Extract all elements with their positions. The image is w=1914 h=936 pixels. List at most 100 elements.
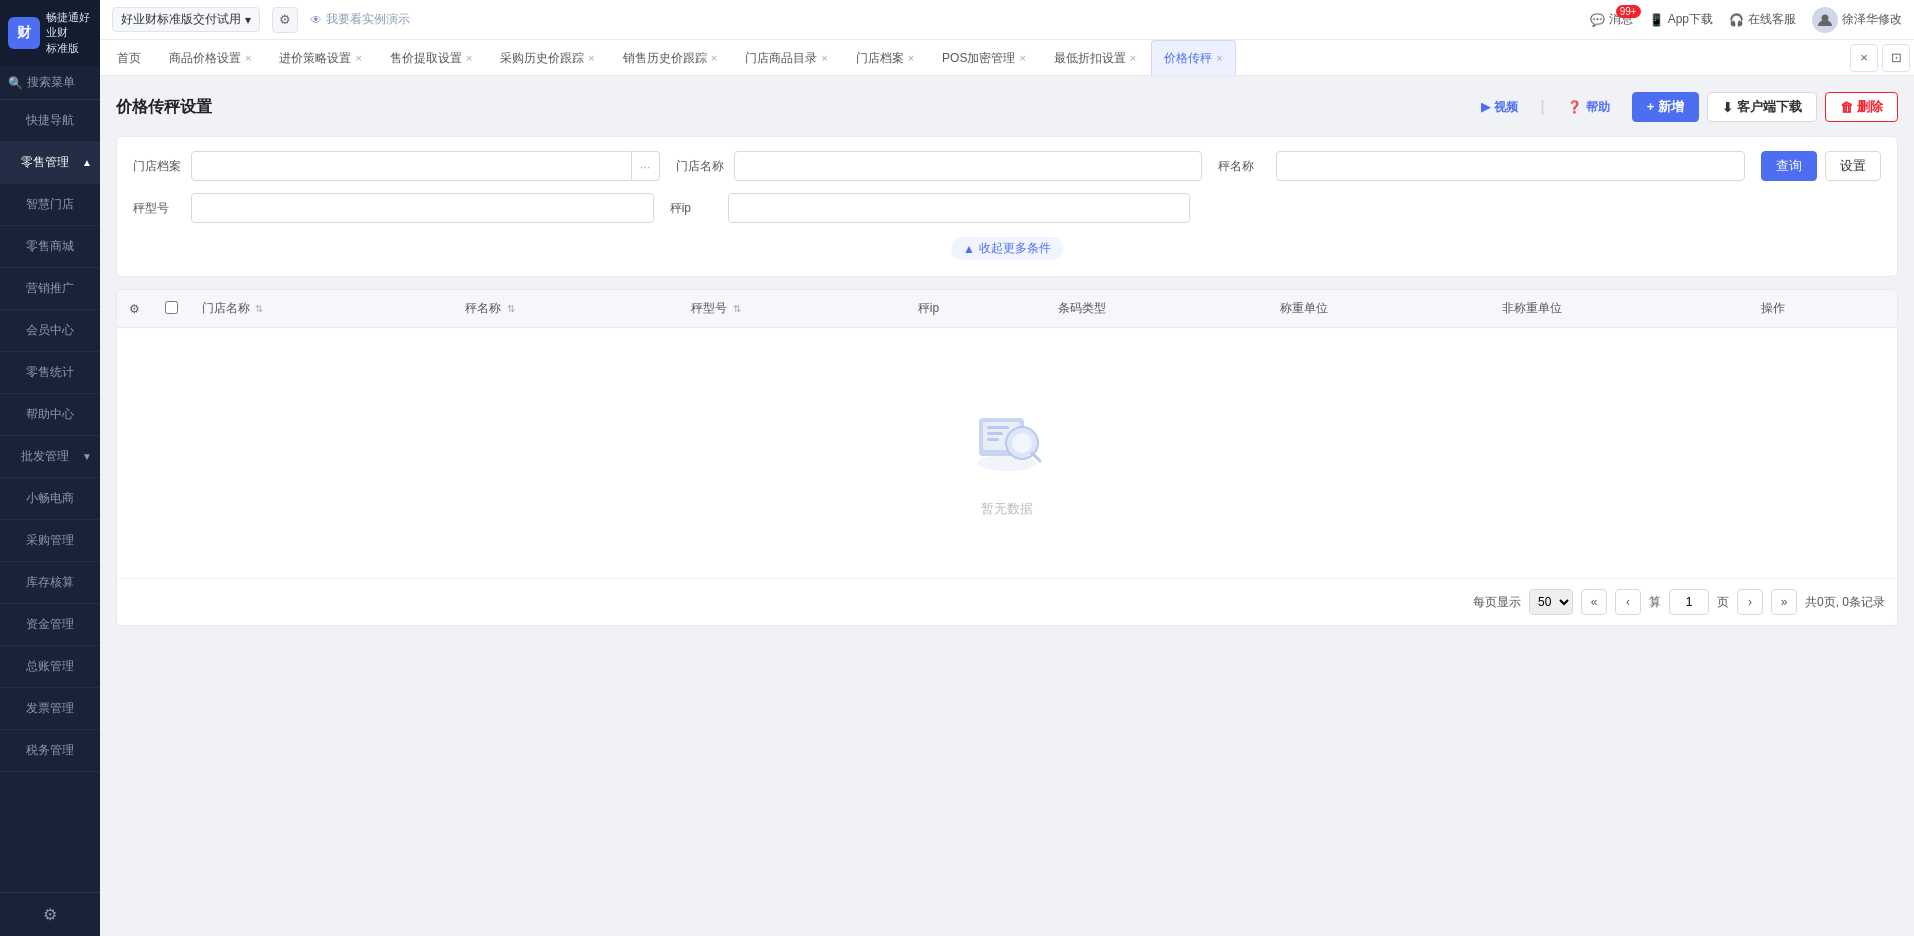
scale-model-label: 秤型号 — [133, 200, 183, 217]
tab-home[interactable]: 首页 — [104, 40, 154, 75]
logo-icon: 财 — [8, 17, 40, 49]
sort-icon: ⇅ — [733, 303, 741, 314]
sidebar-item-xiaochu[interactable]: 小畅电商 — [0, 478, 100, 520]
store-archive-label: 门店档案 — [133, 158, 183, 175]
sidebar-item-retail-mall[interactable]: 零售商城 — [0, 226, 100, 268]
tab-close-purchase-strategy[interactable]: × — [355, 52, 361, 64]
sidebar-item-ledger[interactable]: 总账管理 — [0, 646, 100, 688]
scale-model-input[interactable] — [191, 193, 654, 223]
sidebar-item-inventory[interactable]: 库存核算 — [0, 562, 100, 604]
store-archive-picker-button[interactable]: ··· — [632, 151, 660, 181]
add-button[interactable]: + 新增 — [1632, 92, 1699, 122]
tabbar-actions: × ⊡ — [1850, 44, 1910, 72]
sidebar-item-purchase[interactable]: 采购管理 — [0, 520, 100, 562]
help-link[interactable]: ❓ 帮助 — [1553, 94, 1624, 121]
store-name-label: 门店名称 — [676, 158, 726, 175]
tab-close-pos-encrypt[interactable]: × — [1019, 52, 1025, 64]
sidebar-settings-icon[interactable]: ⚙ — [0, 892, 100, 936]
help-icon: ❓ — [1567, 100, 1582, 114]
sidebar-item-smart-store[interactable]: 智慧门店 — [0, 184, 100, 226]
tab-close-product-price[interactable]: × — [245, 52, 251, 64]
tab-close-purchase-history[interactable]: × — [588, 52, 594, 64]
user-menu[interactable]: 徐泽华修改 — [1812, 7, 1902, 33]
messages-button[interactable]: 💬 消息 99+ — [1590, 11, 1633, 28]
prev-page-button[interactable]: ‹ — [1615, 589, 1641, 615]
delete-button[interactable]: 🗑 删除 — [1825, 92, 1898, 122]
sort-icon: ⇅ — [507, 303, 515, 314]
version-select[interactable]: 好业财标准版交付试用 ▾ — [112, 7, 260, 32]
settings-button[interactable]: ⚙ — [272, 7, 298, 33]
tab-sale-history[interactable]: 销售历史价跟踪 × — [610, 40, 730, 75]
tab-expand-button[interactable]: ⊡ — [1882, 44, 1910, 72]
tab-close-sale-price[interactable]: × — [466, 52, 472, 64]
store-archive-input[interactable] — [191, 151, 632, 181]
sidebar-item-tax[interactable]: 税务管理 — [0, 730, 100, 772]
tab-close-min-discount[interactable]: × — [1130, 52, 1136, 64]
tab-close-store-catalog[interactable]: × — [821, 52, 827, 64]
svg-point-5 — [1012, 433, 1032, 453]
first-page-button[interactable]: « — [1581, 589, 1607, 615]
logo-text: 畅捷通好业财 标准版 — [46, 10, 92, 56]
total-info: 共0页, 0条记录 — [1805, 594, 1885, 611]
th-scale-name[interactable]: 秤名称 ⇅ — [453, 290, 679, 328]
sidebar-item-wholesale[interactable]: 批发管理 ▼ — [0, 436, 100, 478]
th-store-name[interactable]: 门店名称 ⇅ — [190, 290, 453, 328]
sidebar-logo: 财 畅捷通好业财 标准版 — [0, 0, 100, 66]
download-icon: ⬇ — [1722, 100, 1733, 115]
sidebar-item-retail-stats[interactable]: 零售统计 — [0, 352, 100, 394]
avatar — [1812, 7, 1838, 33]
table-header-row: ⚙ 门店名称 ⇅ 秤名称 ⇅ — [117, 290, 1897, 328]
page-label: 算 — [1649, 594, 1661, 611]
select-all-checkbox[interactable] — [165, 301, 178, 314]
tab-sale-price[interactable]: 售价提取设置 × — [377, 40, 485, 75]
tab-close-sale-history[interactable]: × — [711, 52, 717, 64]
sidebar: 财 畅捷通好业财 标准版 🔍 搜索菜单 快捷导航 零售管理 ▲ 智慧门店 零售商… — [0, 0, 100, 936]
tab-close-all-button[interactable]: × — [1850, 44, 1878, 72]
th-scale-model[interactable]: 秤型号 ⇅ — [679, 290, 905, 328]
next-page-button[interactable]: › — [1737, 589, 1763, 615]
per-page-select[interactable]: 50 — [1529, 589, 1573, 615]
query-button[interactable]: 查询 — [1761, 151, 1817, 181]
scale-ip-field: 秤ip — [670, 193, 1191, 223]
tab-close-store-archive[interactable]: × — [908, 52, 914, 64]
tab-min-discount[interactable]: 最低折扣设置 × — [1041, 40, 1149, 75]
th-action: 操作 — [1749, 290, 1897, 328]
form-row-1: 门店档案 ··· 门店名称 秤名称 查询 — [133, 151, 1881, 181]
scale-ip-label: 秤ip — [670, 200, 720, 217]
tab-close-price-scale[interactable]: × — [1216, 52, 1222, 64]
sidebar-item-finance[interactable]: 资金管理 — [0, 604, 100, 646]
sidebar-item-invoice[interactable]: 发票管理 — [0, 688, 100, 730]
sidebar-shortcut[interactable]: 快捷导航 — [0, 100, 100, 142]
last-page-button[interactable]: » — [1771, 589, 1797, 615]
tab-purchase-strategy[interactable]: 进价策略设置 × — [266, 40, 374, 75]
collapse-button[interactable]: ▲ 收起更多条件 — [951, 237, 1063, 260]
demo-link[interactable]: 👁 我要看实例演示 — [310, 11, 410, 28]
app-download-button[interactable]: 📱 App下载 — [1649, 11, 1713, 28]
page-input[interactable] — [1669, 589, 1709, 615]
tab-store-archive[interactable]: 门店档案 × — [843, 40, 927, 75]
video-icon: ▶ — [1481, 100, 1490, 114]
online-service-button[interactable]: 🎧 在线客服 — [1729, 11, 1796, 28]
scale-ip-input[interactable] — [728, 193, 1191, 223]
th-settings[interactable]: ⚙ — [117, 290, 153, 328]
store-name-input[interactable] — [734, 151, 1203, 181]
topbar: 好业财标准版交付试用 ▾ ⚙ 👁 我要看实例演示 💬 消息 99+ 📱 App下… — [100, 0, 1914, 40]
sidebar-item-retail-mgmt[interactable]: 零售管理 ▲ — [0, 142, 100, 184]
video-link[interactable]: ▶ 视频 — [1467, 94, 1532, 121]
tab-purchase-history[interactable]: 采购历史价跟踪 × — [487, 40, 607, 75]
sidebar-search[interactable]: 🔍 搜索菜单 — [0, 66, 100, 100]
scale-name-input[interactable] — [1276, 151, 1745, 181]
tab-store-catalog[interactable]: 门店商品目录 × — [732, 40, 840, 75]
tab-price-scale[interactable]: 价格传秤 × — [1151, 40, 1235, 75]
tab-product-price[interactable]: 商品价格设置 × — [156, 40, 264, 75]
sidebar-item-member[interactable]: 会员中心 — [0, 310, 100, 352]
settings-form-button[interactable]: 设置 — [1825, 151, 1881, 181]
th-checkbox[interactable] — [153, 290, 190, 328]
empty-state: 暂无数据 — [117, 328, 1897, 578]
service-icon: 🎧 — [1729, 13, 1744, 27]
tab-pos-encrypt[interactable]: POS加密管理 × — [929, 40, 1039, 75]
sidebar-item-help[interactable]: 帮助中心 — [0, 394, 100, 436]
scale-model-field: 秤型号 — [133, 193, 654, 223]
download-button[interactable]: ⬇ 客户端下载 — [1707, 92, 1817, 122]
sidebar-item-marketing[interactable]: 营销推广 — [0, 268, 100, 310]
